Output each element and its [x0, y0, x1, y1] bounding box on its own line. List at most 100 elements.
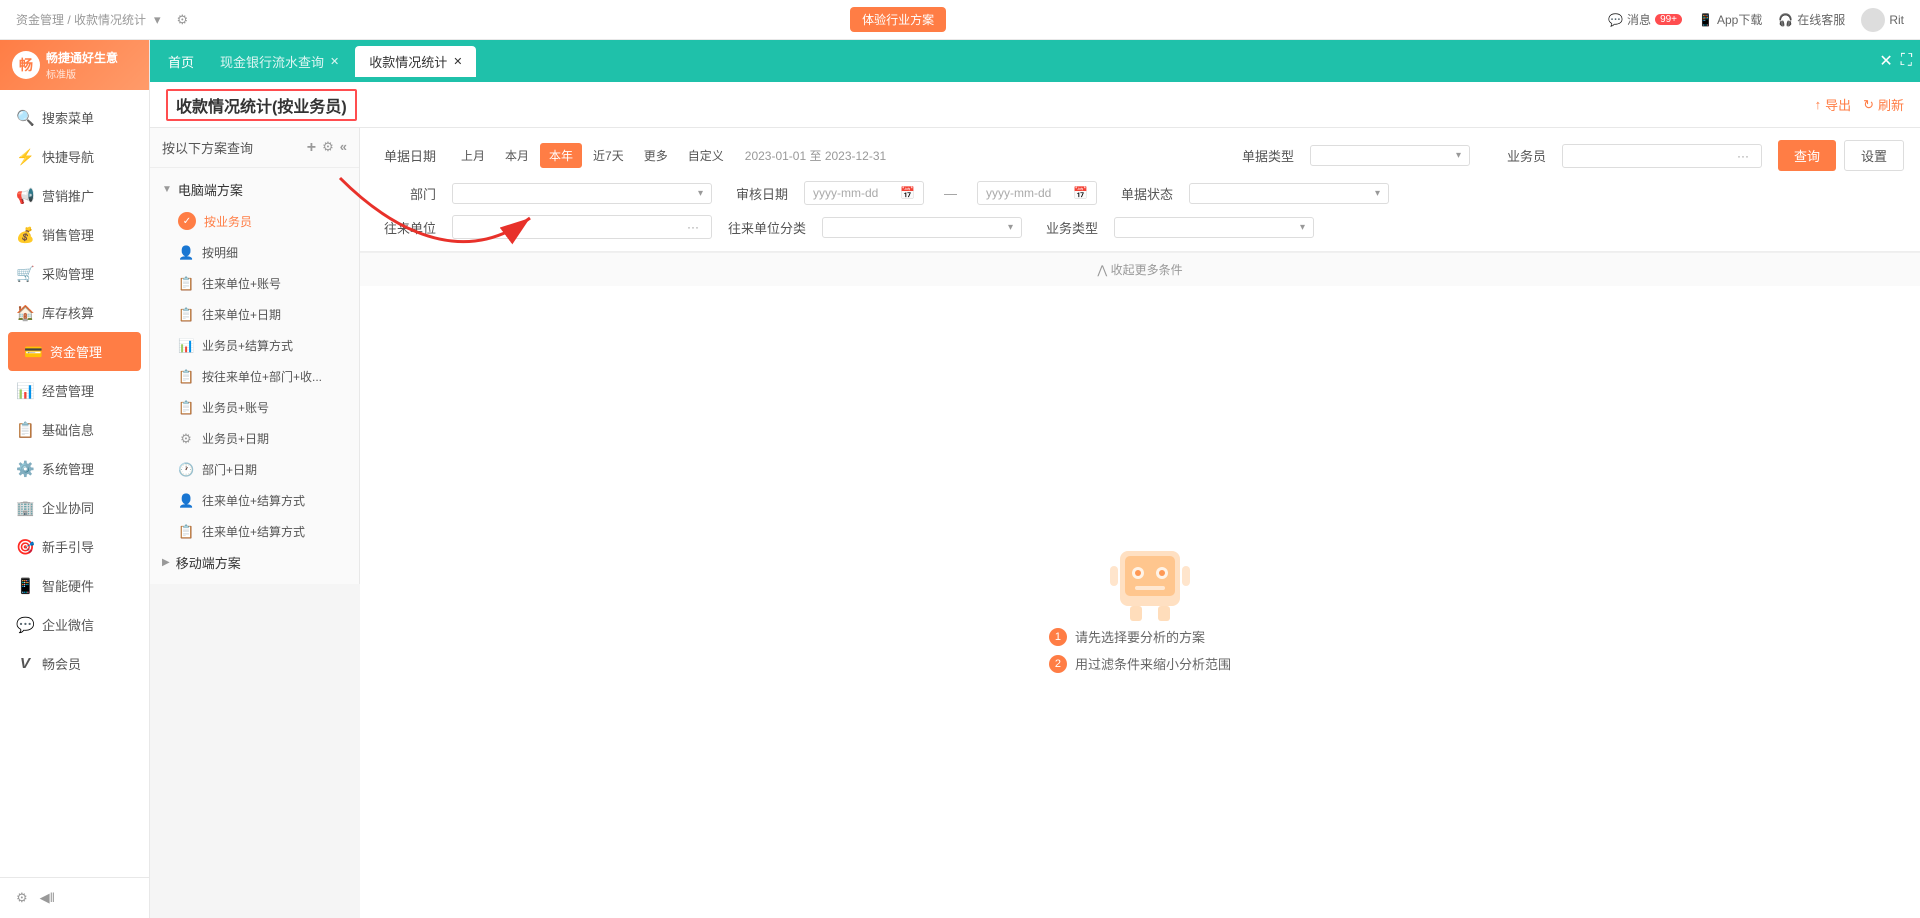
- sidebar-label-hardware: 智能硬件: [42, 576, 94, 595]
- tip-2-num: 2: [1049, 655, 1067, 673]
- calendar-from-icon[interactable]: 📅: [900, 186, 915, 200]
- user-name: Rit: [1889, 13, 1904, 27]
- query-button[interactable]: 查询: [1778, 140, 1836, 171]
- settings-icon[interactable]: ⚙: [177, 12, 189, 28]
- tab-bank[interactable]: 现金银行流水查询 ✕: [206, 46, 353, 77]
- tab-receipt[interactable]: 收款情况统计 ✕: [355, 46, 476, 77]
- audit-date-to[interactable]: yyyy-mm-dd 📅: [977, 181, 1097, 205]
- scheme-item-salesman[interactable]: ✓ 按业务员: [150, 205, 359, 237]
- sidebar-item-sales[interactable]: 💰 销售管理: [0, 215, 149, 254]
- sidebar-item-operation[interactable]: 📊 经营管理: [0, 371, 149, 410]
- sidebar-item-base[interactable]: 📋 基础信息: [0, 410, 149, 449]
- tab-home[interactable]: 首页: [158, 46, 204, 77]
- tab-bank-close-icon[interactable]: ✕: [330, 55, 339, 68]
- scheme-salesman-settle-label: 业务员+结算方式: [202, 337, 293, 354]
- group-arrow-icon: ▼: [162, 184, 172, 195]
- sidebar-item-capital[interactable]: 💳 资金管理: [8, 332, 141, 371]
- sidebar-item-inventory[interactable]: 🏠 库存核算: [0, 293, 149, 332]
- collapse-bar[interactable]: ⋀ 收起更多条件: [360, 252, 1920, 286]
- tab-home-label: 首页: [168, 55, 194, 70]
- sidebar-item-search[interactable]: 🔍 搜索菜单: [0, 98, 149, 137]
- quick-icon: ⚡: [16, 148, 34, 166]
- bottom-settings-icon[interactable]: ⚙: [16, 890, 28, 906]
- tip-item-2: 2 用过滤条件来缩小分析范围: [1049, 654, 1231, 673]
- scheme-detail-label: 按明细: [202, 244, 238, 261]
- date-tab-last-month[interactable]: 上月: [452, 143, 494, 168]
- message-badge: 99+: [1655, 14, 1682, 25]
- base-icon: 📋: [16, 421, 34, 439]
- logo-icon: 畅: [12, 51, 40, 79]
- wechat-icon: 💬: [16, 616, 34, 634]
- scheme-unit-account-icon: 📋: [178, 276, 194, 292]
- trial-button[interactable]: 体验行业方案: [850, 7, 946, 32]
- scheme-item-detail[interactable]: 👤 按明细: [150, 237, 359, 268]
- doc-status-select[interactable]: ▾: [1189, 183, 1389, 204]
- scheme-item-unit-settle2[interactable]: 📋 往来单位+结算方式: [150, 516, 359, 547]
- salesman-more-icon[interactable]: ···: [1733, 149, 1753, 163]
- sidebar-label-company: 企业协同: [42, 498, 94, 517]
- filter-row-2: 部门 ▾ 审核日期 yyyy-mm-dd 📅 — yyyy-mm-dd: [376, 181, 1904, 205]
- bottom-collapse-icon[interactable]: ◀‖: [40, 890, 55, 906]
- messages-area[interactable]: 💬 消息 99+: [1608, 11, 1682, 28]
- salesman-label: 业务员: [1486, 146, 1546, 165]
- sidebar-label-guide: 新手引导: [42, 537, 94, 556]
- annotation-container: 按以下方案查询 + ⚙ « ▼ 电脑端方案: [150, 128, 360, 918]
- scheme-item-salesman-acct[interactable]: 📋 业务员+账号: [150, 392, 359, 423]
- sidebar-item-purchase[interactable]: 🛒 采购管理: [0, 254, 149, 293]
- scheme-item-unit-settle1[interactable]: 👤 往来单位+结算方式: [150, 485, 359, 516]
- date-tab-7days[interactable]: 近7天: [584, 143, 633, 168]
- scheme-group-mobile-header[interactable]: ▶ 移动端方案: [150, 547, 359, 578]
- calendar-to-icon[interactable]: 📅: [1073, 186, 1088, 200]
- dropdown-arrow-icon[interactable]: ▾: [154, 12, 161, 28]
- empty-state: 1 请先选择要分析的方案 2 用过滤条件来缩小分析范围: [360, 286, 1920, 918]
- filter-area: 单据日期 上月 本月 本年 近7天 更多 自定义 2023-01-01 至 20…: [360, 128, 1920, 252]
- scheme-item-dept-date[interactable]: 🕐 部门+日期: [150, 454, 359, 485]
- app-download-area[interactable]: 📱 App下载: [1698, 11, 1762, 28]
- date-tab-custom[interactable]: 自定义: [679, 143, 733, 168]
- scheme-unit-date-label: 往来单位+日期: [202, 306, 281, 323]
- user-area[interactable]: Rit: [1861, 8, 1904, 32]
- scheme-settings-icon[interactable]: ⚙: [322, 139, 334, 157]
- partner-category-select[interactable]: ▾: [822, 217, 1022, 238]
- add-scheme-icon[interactable]: +: [307, 139, 316, 157]
- hardware-icon: 📱: [16, 577, 34, 595]
- scheme-item-salesman-date[interactable]: ⚙ 业务员+日期: [150, 423, 359, 454]
- sidebar-item-quick[interactable]: ⚡ 快捷导航: [0, 137, 149, 176]
- dept-select[interactable]: ▾: [452, 183, 712, 204]
- partner-more-icon[interactable]: ···: [683, 220, 703, 234]
- export-button[interactable]: ↑ 导出: [1815, 95, 1852, 114]
- panel-collapse-icon[interactable]: «: [340, 139, 347, 157]
- scheme-salesman-date-icon: ⚙: [178, 431, 194, 447]
- sidebar-item-hardware[interactable]: 📱 智能硬件: [0, 566, 149, 605]
- maximize-window-btn[interactable]: ⛶: [1901, 52, 1912, 70]
- scheme-item-unit-dept[interactable]: 📋 按往来单位+部门+收...: [150, 361, 359, 392]
- sidebar-item-guide[interactable]: 🎯 新手引导: [0, 527, 149, 566]
- scheme-item-unit-account[interactable]: 📋 往来单位+账号: [150, 268, 359, 299]
- sidebar-item-company[interactable]: 🏢 企业协同: [0, 488, 149, 527]
- system-icon: ⚙️: [16, 460, 34, 478]
- logo-name: 畅捷通好生意: [46, 49, 118, 66]
- sidebar-item-marketing[interactable]: 📢 营销推广: [0, 176, 149, 215]
- tab-receipt-close-icon[interactable]: ✕: [453, 55, 462, 68]
- group-mobile-label: 移动端方案: [176, 553, 241, 572]
- date-tab-this-month[interactable]: 本月: [496, 143, 538, 168]
- scheme-dept-date-icon: 🕐: [178, 462, 194, 478]
- sidebar-item-system[interactable]: ⚙️ 系统管理: [0, 449, 149, 488]
- scheme-item-salesman-settle[interactable]: 📊 业务员+结算方式: [150, 330, 359, 361]
- partner-select[interactable]: ···: [452, 215, 712, 239]
- close-window-btn[interactable]: ✕: [1879, 51, 1892, 71]
- biz-type-select[interactable]: ▾: [1114, 217, 1314, 238]
- online-service-area[interactable]: 🎧 在线客服: [1778, 11, 1845, 28]
- audit-date-from[interactable]: yyyy-mm-dd 📅: [804, 181, 924, 205]
- sidebar-item-member[interactable]: V 畅会员: [0, 644, 149, 683]
- settings-button[interactable]: 设置: [1844, 140, 1904, 171]
- scheme-item-unit-date[interactable]: 📋 往来单位+日期: [150, 299, 359, 330]
- refresh-button[interactable]: ↻ 刷新: [1863, 95, 1904, 114]
- scheme-unit-dept-icon: 📋: [178, 369, 194, 385]
- salesman-select[interactable]: ···: [1562, 144, 1762, 168]
- date-tab-more[interactable]: 更多: [635, 143, 677, 168]
- scheme-group-desktop-header[interactable]: ▼ 电脑端方案: [150, 174, 359, 205]
- doc-type-select[interactable]: ▾: [1310, 145, 1470, 166]
- sidebar-item-wechat[interactable]: 💬 企业微信: [0, 605, 149, 644]
- date-tab-this-year[interactable]: 本年: [540, 143, 582, 168]
